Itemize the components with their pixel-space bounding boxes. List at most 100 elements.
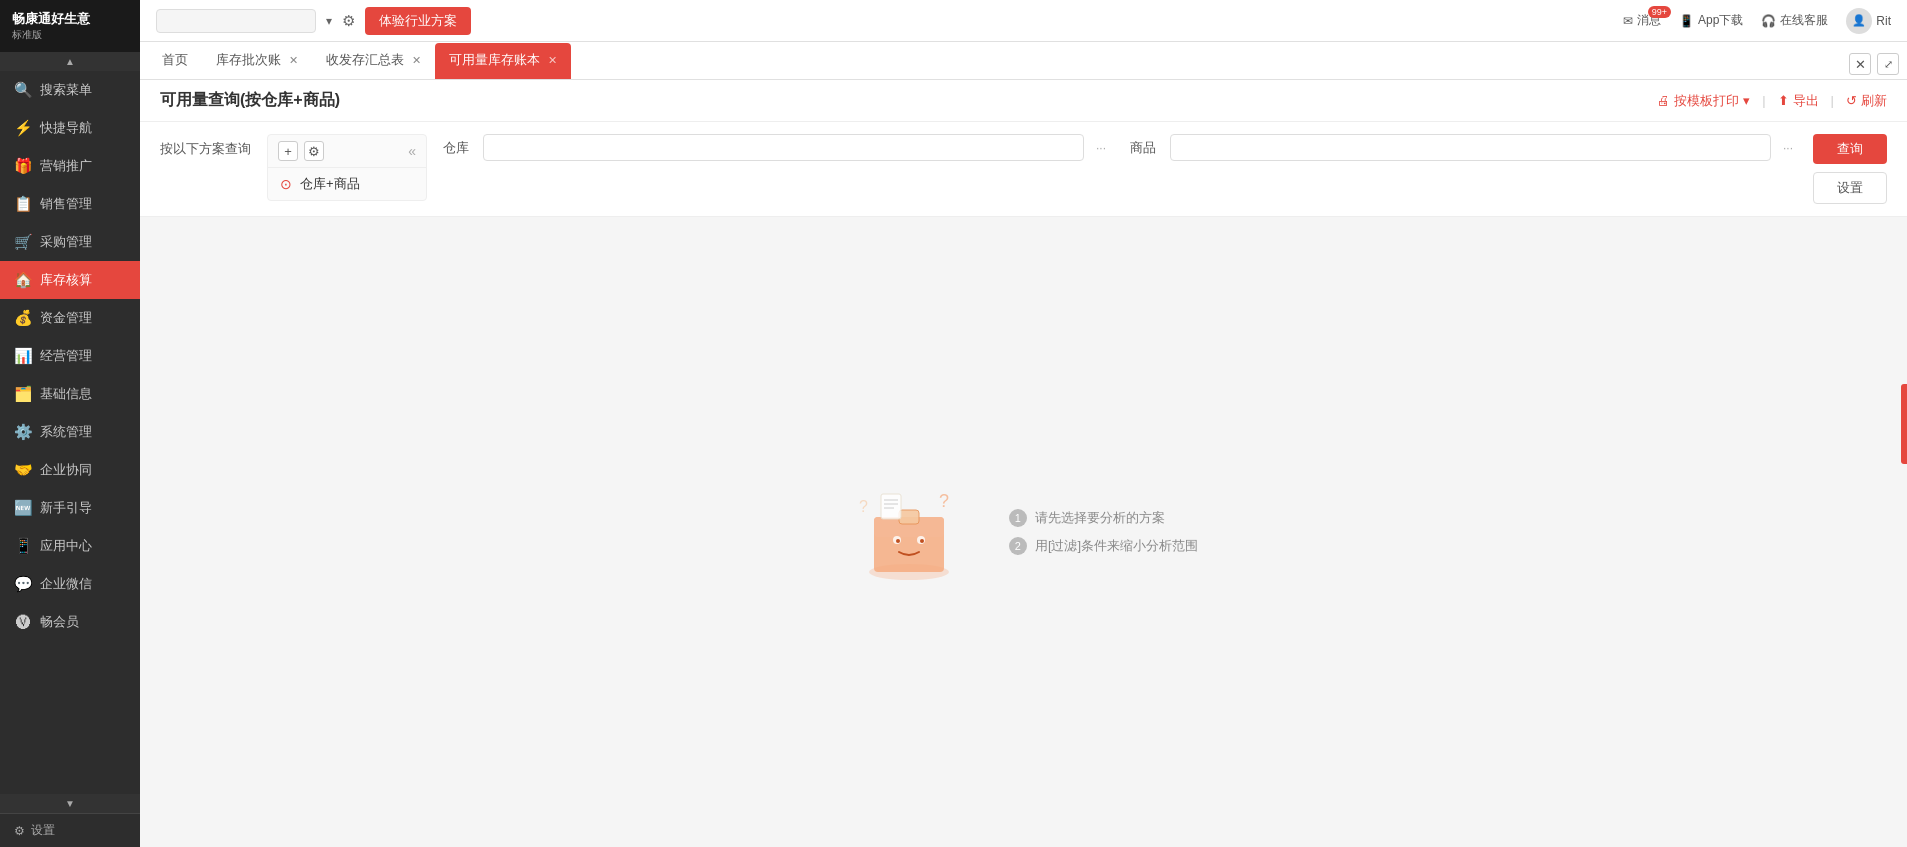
online-service-item[interactable]: 🎧 在线客服	[1761, 12, 1828, 29]
topbar-dropdown-arrow[interactable]: ▾	[326, 14, 332, 28]
warehouse-input[interactable]	[483, 134, 1084, 161]
goods-more-btn[interactable]: ···	[1779, 141, 1797, 155]
tab-home[interactable]: 首页	[148, 43, 202, 79]
tip-num-1: 1	[1009, 509, 1027, 527]
trial-button[interactable]: 体验行业方案	[365, 7, 471, 35]
user-avatar-item[interactable]: 👤 Rit	[1846, 8, 1891, 34]
empty-tip-2: 2 用[过滤]条件来缩小分析范围	[1009, 537, 1198, 555]
tip-text-2: 用[过滤]条件来缩小分析范围	[1035, 537, 1198, 555]
sidebar-item-member[interactable]: 🅥 畅会员	[0, 603, 140, 641]
svg-rect-10	[881, 494, 901, 519]
marketing-icon: 🎁	[14, 157, 32, 175]
sidebar-item-appstore[interactable]: 📱 应用中心	[0, 527, 140, 565]
tab-available-label: 可用量库存账本	[449, 51, 540, 69]
sidebar-label-shortcut: 快捷导航	[40, 119, 92, 137]
filter-label: 按以下方案查询	[160, 134, 251, 158]
scheme-add-btn[interactable]: +	[278, 141, 298, 161]
sidebar-label-marketing: 营销推广	[40, 157, 92, 175]
tab-batch-close[interactable]: ✕	[289, 54, 298, 67]
sidebar-label-system: 系统管理	[40, 423, 92, 441]
page-title: 可用量查询(按仓库+商品)	[160, 90, 340, 111]
sidebar-label-finance: 资金管理	[40, 309, 92, 327]
filter-area: 按以下方案查询 + ⚙ « ⊙ 仓库+商品 仓库 ···	[140, 122, 1907, 217]
sidebar-item-operation[interactable]: 📊 经营管理	[0, 337, 140, 375]
scheme-item-label: 仓库+商品	[300, 175, 360, 193]
scheme-item-icon: ⊙	[280, 176, 292, 192]
messages-icon-item[interactable]: ✉ 消息 99+	[1623, 12, 1661, 29]
empty-tips: 1 请先选择要分析的方案 2 用[过滤]条件来缩小分析范围	[1009, 509, 1198, 555]
sidebar-bottom[interactable]: ⚙ 设置	[0, 813, 140, 847]
tab-summary[interactable]: 收发存汇总表 ✕	[312, 43, 435, 79]
tip-num-2: 2	[1009, 537, 1027, 555]
printer-icon: 🖨	[1657, 93, 1670, 108]
settings-button[interactable]: 设置	[1813, 172, 1887, 204]
content-area: 可用量查询(按仓库+商品) 🖨 按模板打印 ▾ | ⬆ 导出 | ↺ 刷新	[140, 80, 1907, 847]
filter-action-btns: 查询 设置	[1813, 134, 1887, 204]
tab-summary-close[interactable]: ✕	[412, 54, 421, 67]
sidebar-item-guide[interactable]: 🆕 新手引导	[0, 489, 140, 527]
filter-row-1: 仓库 ··· 商品 ···	[443, 134, 1797, 161]
sidebar-item-purchase[interactable]: 🛒 采购管理	[0, 223, 140, 261]
sidebar-item-basic[interactable]: 🗂️ 基础信息	[0, 375, 140, 413]
scheme-item-warehouse-goods[interactable]: ⊙ 仓库+商品	[268, 168, 426, 200]
sidebar-scroll-down[interactable]: ▼	[0, 794, 140, 813]
sidebar-item-sales[interactable]: 📋 销售管理	[0, 185, 140, 223]
scheme-settings-btn[interactable]: ⚙	[304, 141, 324, 161]
tab-available[interactable]: 可用量库存账本 ✕	[435, 43, 571, 79]
tabbar: 首页 库存批次账 ✕ 收发存汇总表 ✕ 可用量库存账本 ✕ ✕ ⤢	[140, 42, 1907, 80]
refresh-icon: ↺	[1846, 93, 1857, 108]
search-icon: 🔍	[14, 81, 32, 99]
sidebar-label-appstore: 应用中心	[40, 537, 92, 555]
sidebar-item-marketing[interactable]: 🎁 营销推广	[0, 147, 140, 185]
sidebar-label-inventory: 库存核算	[40, 271, 92, 289]
online-service-label: 在线客服	[1780, 12, 1828, 29]
sidebar-item-system[interactable]: ⚙️ 系统管理	[0, 413, 140, 451]
sidebar-label-sales: 销售管理	[40, 195, 92, 213]
goods-field: 商品 ···	[1130, 134, 1797, 161]
export-action[interactable]: ⬆ 导出	[1778, 92, 1819, 110]
appstore-icon: 📱	[14, 537, 32, 555]
sidebar-header: 畅康通好生意 标准版	[0, 0, 140, 52]
sidebar-item-wechat[interactable]: 💬 企业微信	[0, 565, 140, 603]
app-download-item[interactable]: 📱 App下载	[1679, 12, 1743, 29]
sidebar-item-finance[interactable]: 💰 资金管理	[0, 299, 140, 337]
topbar-left: ▾ ⚙ 体验行业方案	[156, 7, 471, 35]
goods-input[interactable]	[1170, 134, 1771, 161]
wechat-icon: 💬	[14, 575, 32, 593]
sidebar-label-operation: 经营管理	[40, 347, 92, 365]
export-label: 导出	[1793, 92, 1819, 110]
enterprise-icon: 🤝	[14, 461, 32, 479]
print-action[interactable]: 🖨 按模板打印 ▾	[1657, 92, 1750, 110]
export-icon: ⬆	[1778, 93, 1789, 108]
sidebar-scroll-up[interactable]: ▲	[0, 52, 140, 71]
sidebar-label-basic: 基础信息	[40, 385, 92, 403]
refresh-action[interactable]: ↺ 刷新	[1846, 92, 1887, 110]
refresh-label: 刷新	[1861, 92, 1887, 110]
sidebar-item-enterprise[interactable]: 🤝 企业协同	[0, 451, 140, 489]
filter-fields: 仓库 ··· 商品 ···	[443, 134, 1797, 161]
scheme-collapse-icon[interactable]: «	[408, 143, 416, 159]
guide-icon: 🆕	[14, 499, 32, 517]
print-dropdown-icon[interactable]: ▾	[1743, 93, 1750, 108]
user-avatar: 👤	[1846, 8, 1872, 34]
warehouse-more-btn[interactable]: ···	[1092, 141, 1110, 155]
tabbar-actions: ✕ ⤢	[1849, 53, 1899, 79]
query-button[interactable]: 查询	[1813, 134, 1887, 164]
basic-icon: 🗂️	[14, 385, 32, 403]
sidebar-item-search[interactable]: 🔍 搜索菜单	[0, 71, 140, 109]
sidebar-label-purchase: 采购管理	[40, 233, 92, 251]
topbar-search-input[interactable]	[156, 9, 316, 33]
tabbar-expand-btn[interactable]: ⤢	[1877, 53, 1899, 75]
topbar: ▾ ⚙ 体验行业方案 ✉ 消息 99+ 📱 App下载 🎧 在线客服 👤	[140, 0, 1907, 42]
finance-icon: 💰	[14, 309, 32, 327]
tab-summary-label: 收发存汇总表	[326, 51, 404, 69]
svg-point-7	[920, 539, 924, 543]
topbar-gear-icon[interactable]: ⚙	[342, 12, 355, 30]
tab-batch[interactable]: 库存批次账 ✕	[202, 43, 312, 79]
sidebar-item-shortcut[interactable]: ⚡ 快捷导航	[0, 109, 140, 147]
tabbar-close-btn[interactable]: ✕	[1849, 53, 1871, 75]
sidebar-nav: 🔍 搜索菜单 ⚡ 快捷导航 🎁 营销推广 📋 销售管理 🛒 采购管理 🏠 库存核…	[0, 71, 140, 794]
empty-state-content: ? ? 1 请先选择要分析的方案	[849, 472, 1198, 592]
sidebar-item-inventory[interactable]: 🏠 库存核算	[0, 261, 140, 299]
tab-available-close[interactable]: ✕	[548, 54, 557, 67]
